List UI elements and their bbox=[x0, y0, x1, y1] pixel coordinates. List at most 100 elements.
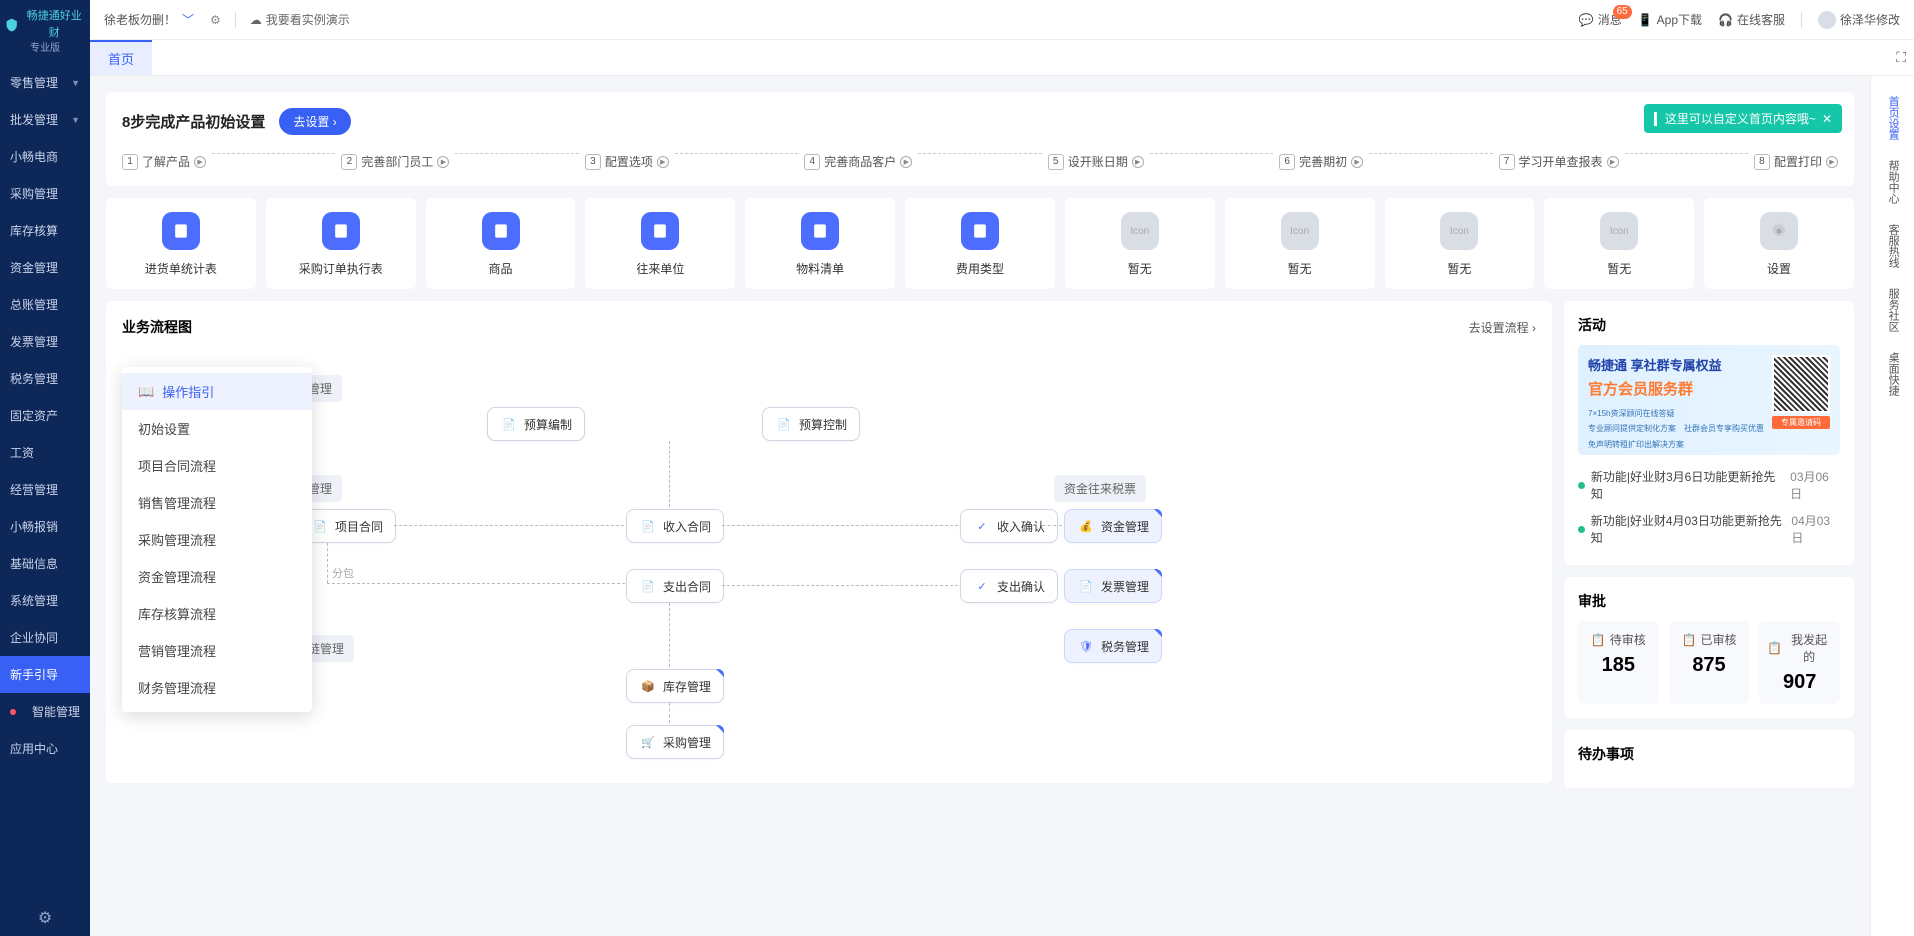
activity-card: 活动 畅捷通 享社群专属权益 官方会员服务群 7×15h资深顾问在线答疑专业顾问… bbox=[1564, 301, 1854, 565]
tile-icon: Icon bbox=[1121, 212, 1159, 250]
settings-gear-icon[interactable]: ⚙ bbox=[0, 900, 90, 936]
org-selector[interactable]: 徐老板勿删！ ﹀ bbox=[104, 11, 194, 28]
setup-step[interactable]: 5设开账日期▶ bbox=[1048, 153, 1144, 170]
sidebar-item[interactable]: 固定资产 bbox=[0, 397, 90, 434]
sidebar-item[interactable]: 税务管理 bbox=[0, 360, 90, 397]
node-income-confirm[interactable]: ✓收入确认 bbox=[960, 509, 1058, 543]
flow-settings-link[interactable]: 去设置流程 › bbox=[1469, 319, 1536, 336]
shortcut-tile[interactable]: 采购订单执行表 bbox=[266, 198, 416, 289]
user-menu[interactable]: 徐泽华修改 bbox=[1818, 11, 1900, 29]
sidebar-item[interactable]: 总账管理 bbox=[0, 286, 90, 323]
shortcut-tile[interactable]: Icon暂无 bbox=[1544, 198, 1694, 289]
shortcut-tile[interactable]: 费用类型 bbox=[905, 198, 1055, 289]
shortcut-tile[interactable]: 设置 bbox=[1704, 198, 1854, 289]
tabbar: 首页 ⛶ bbox=[90, 40, 1914, 76]
setup-step[interactable]: 4完善商品客户▶ bbox=[804, 153, 912, 170]
sidebar-item[interactable]: 批发管理▼ bbox=[0, 101, 90, 138]
sidebar-item[interactable]: 资金管理 bbox=[0, 249, 90, 286]
shortcut-tile[interactable]: Icon暂无 bbox=[1225, 198, 1375, 289]
news-item[interactable]: 新功能|好业财4月03日功能更新抢先知04月03日 bbox=[1578, 507, 1840, 551]
sidebar-item[interactable]: 发票管理 bbox=[0, 323, 90, 360]
messages[interactable]: 💬消息65 bbox=[1579, 11, 1622, 28]
sidebar: 畅捷通好业财 专业版 零售管理▼批发管理▼小畅电商采购管理库存核算资金管理总账管… bbox=[0, 0, 90, 936]
popup-item[interactable]: 营销管理流程 bbox=[122, 632, 312, 669]
rail-item[interactable]: 桌面快捷 bbox=[1886, 342, 1899, 406]
approval-tile[interactable]: 📋我发起的907 bbox=[1759, 621, 1840, 704]
flow-group: 资金往来税票 bbox=[1054, 475, 1146, 502]
popup-item[interactable]: 项目合同流程 bbox=[122, 447, 312, 484]
setup-step[interactable]: 7学习开单查报表▶ bbox=[1499, 153, 1619, 170]
tab-home[interactable]: 首页 bbox=[90, 40, 152, 75]
rail-item[interactable]: 服务社区 bbox=[1886, 278, 1899, 342]
rail-item[interactable]: 客服热线 bbox=[1886, 214, 1899, 278]
popup-item[interactable]: 初始设置 bbox=[122, 410, 312, 447]
sidebar-item[interactable]: 经营管理 bbox=[0, 471, 90, 508]
node-tax[interactable]: 🛡税务管理 bbox=[1064, 629, 1162, 663]
popup-item[interactable]: 库存核算流程 bbox=[122, 595, 312, 632]
close-icon[interactable]: ✕ bbox=[1822, 112, 1832, 126]
rail-item[interactable]: 首页设置 bbox=[1886, 86, 1899, 150]
sidebar-item[interactable]: 智能管理 bbox=[0, 693, 90, 730]
shortcut-tile[interactable]: 物料清单 bbox=[745, 198, 895, 289]
node-stock[interactable]: 📦库存管理 bbox=[626, 669, 724, 703]
setup-step[interactable]: 6完善期初▶ bbox=[1279, 153, 1363, 170]
setup-panel: 8步完成产品初始设置 去设置 › 这里可以自定义首页内容哦~✕ 1了解产品▶2完… bbox=[106, 92, 1854, 186]
flow-title: 业务流程图 bbox=[122, 317, 192, 337]
app-download[interactable]: 📱App下载 bbox=[1638, 11, 1702, 28]
node-pay-confirm[interactable]: ✓支出确认 bbox=[960, 569, 1058, 603]
node-purchase[interactable]: 🛒采购管理 bbox=[626, 725, 724, 759]
cloud-icon: ☁ bbox=[250, 13, 262, 27]
popup-item[interactable]: 财务管理流程 bbox=[122, 669, 312, 706]
sidebar-item[interactable]: 小畅电商 bbox=[0, 138, 90, 175]
customer-service[interactable]: 🎧在线客服 bbox=[1718, 11, 1785, 28]
sidebar-item[interactable]: 采购管理 bbox=[0, 175, 90, 212]
sidebar-item[interactable]: 系统管理 bbox=[0, 582, 90, 619]
node-budget-make[interactable]: 📄预算编制 bbox=[487, 407, 585, 441]
shortcut-tile[interactable]: 往来单位 bbox=[585, 198, 735, 289]
tile-icon: Icon bbox=[1281, 212, 1319, 250]
approval-tile[interactable]: 📋已审核875 bbox=[1669, 621, 1750, 704]
play-icon: ▶ bbox=[437, 156, 449, 168]
demo-link[interactable]: ☁ 我要看实例演示 bbox=[250, 11, 350, 28]
node-fund[interactable]: 💰资金管理 bbox=[1064, 509, 1162, 543]
sidebar-item[interactable]: 小畅报销 bbox=[0, 508, 90, 545]
tile-icon: Icon bbox=[1440, 212, 1478, 250]
node-project-contract[interactable]: 📄项目合同 bbox=[298, 509, 396, 543]
customize-hint[interactable]: 这里可以自定义首页内容哦~✕ bbox=[1644, 104, 1842, 133]
shield-icon: 🛡 bbox=[1077, 637, 1095, 655]
check-icon: ✓ bbox=[973, 517, 991, 535]
guide-popup: 📖操作指引初始设置项目合同流程销售管理流程采购管理流程资金管理流程库存核算流程营… bbox=[122, 367, 312, 712]
news-item[interactable]: 新功能|好业财3月6日功能更新抢先知03月06日 bbox=[1578, 463, 1840, 507]
popup-item[interactable]: 资金管理流程 bbox=[122, 558, 312, 595]
shortcut-tile[interactable]: Icon暂无 bbox=[1065, 198, 1215, 289]
doc-icon: 📄 bbox=[775, 415, 793, 433]
sidebar-item[interactable]: 库存核算 bbox=[0, 212, 90, 249]
setup-step[interactable]: 8配置打印▶ bbox=[1754, 153, 1838, 170]
setup-step[interactable]: 3配置选项▶ bbox=[585, 153, 669, 170]
sidebar-item[interactable]: 应用中心 bbox=[0, 730, 90, 767]
shortcut-tile[interactable]: 商品 bbox=[426, 198, 576, 289]
popup-item[interactable]: 📖操作指引 bbox=[122, 373, 312, 410]
node-income-contract[interactable]: 📄收入合同 bbox=[626, 509, 724, 543]
node-pay-contract[interactable]: 📄支出合同 bbox=[626, 569, 724, 603]
node-invoice[interactable]: 📄发票管理 bbox=[1064, 569, 1162, 603]
shortcut-tile[interactable]: Icon暂无 bbox=[1385, 198, 1535, 289]
go-setup-button[interactable]: 去设置 › bbox=[279, 108, 350, 135]
sidebar-item[interactable]: 零售管理▼ bbox=[0, 64, 90, 101]
sidebar-item[interactable]: 工资 bbox=[0, 434, 90, 471]
setup-step[interactable]: 2完善部门员工▶ bbox=[341, 153, 449, 170]
settings-icon[interactable]: ⚙ bbox=[210, 13, 221, 27]
popup-item[interactable]: 销售管理流程 bbox=[122, 484, 312, 521]
sidebar-item[interactable]: 企业协同 bbox=[0, 619, 90, 656]
popup-item[interactable]: 采购管理流程 bbox=[122, 521, 312, 558]
promo-banner[interactable]: 畅捷通 享社群专属权益 官方会员服务群 7×15h资深顾问在线答疑专业顾问提供定… bbox=[1578, 345, 1840, 455]
setup-step[interactable]: 1了解产品▶ bbox=[122, 153, 206, 170]
expand-icon[interactable]: ⛶ bbox=[1896, 49, 1906, 66]
rail-item[interactable]: 帮助中心 bbox=[1886, 150, 1899, 214]
avatar bbox=[1818, 11, 1836, 29]
sidebar-item[interactable]: 基础信息 bbox=[0, 545, 90, 582]
shortcut-tile[interactable]: 进货单统计表 bbox=[106, 198, 256, 289]
approval-tile[interactable]: 📋待审核185 bbox=[1578, 621, 1659, 704]
sidebar-item[interactable]: 新手引导 bbox=[0, 656, 90, 693]
node-budget-ctrl[interactable]: 📄预算控制 bbox=[762, 407, 860, 441]
